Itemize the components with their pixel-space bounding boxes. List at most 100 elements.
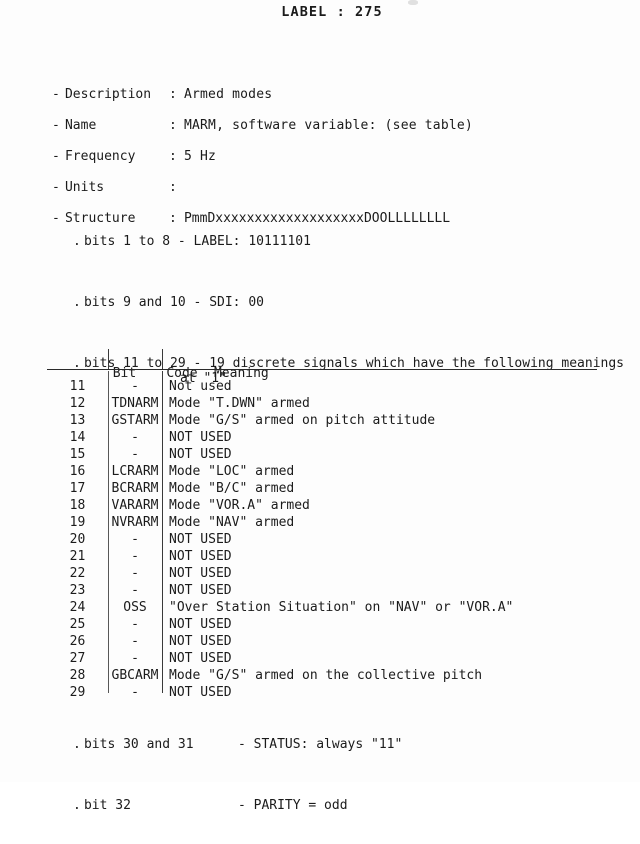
cell-bit: 20 [69,532,86,547]
table-row: 28 GBCARM Mode "G/S" armed on the collecti… [47,667,597,684]
cell-bit: 13 [69,413,86,428]
cell-meaning: Mode "B/C" armed [169,481,295,496]
cell-code: - [131,430,139,445]
field-bullet: - [51,149,60,164]
table-column-divider [162,371,163,693]
cell-meaning: NOT USED [169,532,232,547]
status-line: . bits 30 and 31 - STATUS: always "11" [26,722,640,767]
cell-bit: 19 [69,515,86,530]
field-value: 5 Hz [183,149,217,164]
cell-code: TDNARM [111,396,159,411]
cell-meaning: Mode "T.DWN" armed [169,396,310,411]
cell-bit: 21 [69,549,86,564]
field-value: Armed modes [183,87,273,102]
cell-meaning: NOT USED [169,447,232,462]
list-bullet: . [72,295,81,310]
field-value: MARM, software variable: (see table) [183,118,473,133]
list-bullet: . [72,737,81,752]
cell-code: VARARM [111,498,159,513]
table-row: 16 LCRARM Mode "LOC" armed [47,463,597,480]
field-label: Units [64,180,105,195]
table-row: 23 - NOT USED [47,582,597,599]
cell-bit: 16 [69,464,86,479]
cell-code: GBCARM [111,668,159,683]
cell-code: OSS [123,600,147,615]
table-row: 19 NVRARM Mode "NAV" armed [47,514,597,531]
table-header-row: Bit Code Meaning [47,348,597,381]
cell-code: - [131,651,139,666]
cell-code: - [131,379,139,394]
bit-breakdown-label: . bits 1 to 8 - LABEL: 10111101 [26,219,640,264]
cell-code: NVRARM [111,515,159,530]
cell-meaning: NOT USED [169,583,232,598]
field-colon: : [168,180,177,195]
cell-meaning: Mode "NAV" armed [169,515,295,530]
cell-bit: 29 [69,685,86,700]
table-row: 20 - NOT USED [47,531,597,548]
cell-meaning: NOT USED [169,430,232,445]
cell-code: - [131,532,139,547]
cell-bit: 26 [69,634,86,649]
cell-bit: 28 [69,668,86,683]
table-row: 17 BCRARM Mode "B/C" armed [47,480,597,497]
cell-code: - [131,617,139,632]
field-bullet: - [51,118,60,133]
bit-breakdown-text: bits 9 and 10 - SDI: 00 [83,295,264,310]
cell-meaning: Mode "LOC" armed [169,464,295,479]
list-bullet: . [72,798,81,813]
cell-bit: 12 [69,396,86,411]
cell-code: BCRARM [111,481,159,496]
table-row: 13 GSTARM Mode "G/S" armed on pitch attitu… [47,412,597,429]
cell-bit: 14 [69,430,86,445]
status-line-label: bits 30 and 31 [83,737,194,752]
cell-meaning: Not used [169,379,232,394]
status-parity-list: . bits 30 and 31- STATUS: always "11" . bi… [26,722,640,844]
table-row: 21 - NOT USED [47,548,597,565]
cell-bit: 17 [69,481,86,496]
field-label: Name [64,118,97,133]
cell-meaning: NOT USED [169,634,232,649]
cell-meaning: Mode "G/S" armed on pitch attitude [169,413,436,428]
cell-code: - [131,685,139,700]
cell-code: - [131,566,139,581]
table-row: 26 - NOT USED [47,633,597,650]
cell-bit: 15 [69,447,86,462]
cell-meaning: Mode "VOR.A" armed [169,498,310,513]
table-row: 12 TDNARM Mode "T.DWN" armed [47,395,597,412]
field-bullet: - [51,87,60,102]
cell-code: - [131,447,139,462]
cell-code: GSTARM [111,413,159,428]
cell-meaning: NOT USED [169,566,232,581]
table-row: 14 - NOT USED [47,429,597,446]
field-bullet: - [51,180,60,195]
table-column-divider [162,349,163,369]
cell-bit: 23 [69,583,86,598]
field-label: Frequency [64,149,136,164]
cell-meaning: NOT USED [169,549,232,564]
table-row: 29 - NOT USED [47,684,597,701]
cell-bit: 24 [69,600,86,615]
cell-bit: 22 [69,566,86,581]
table-row: 11 - Not used [47,378,597,395]
parity-line-label: bit 32 [83,798,131,813]
cell-code: - [131,634,139,649]
table-row: 22 - NOT USED [47,565,597,582]
cell-bit: 25 [69,617,86,632]
cell-bit: 11 [69,379,86,394]
cell-bit: 18 [69,498,86,513]
table-row: 15 - NOT USED [47,446,597,463]
field-colon: : [168,87,177,102]
table-row: 24 OSS "Over Station Situation" on "NAV" o… [47,599,597,616]
field-label: Description [64,87,152,102]
table-column-divider [108,371,109,693]
cell-meaning: Mode "G/S" armed on the collective pitch [169,668,483,683]
status-line-text: - STATUS: always "11" [237,737,403,752]
table-row: 25 - NOT USED [47,616,597,633]
discrete-bit-table: Bit Code Meaning 11 - Not used 12 TDNARM Mode … [47,348,597,701]
table-column-divider [108,349,109,369]
cell-code: LCRARM [111,464,159,479]
parity-line: . bit 32 - PARITY = odd [26,783,640,828]
field-list: - Description: Armed modes - Name: MARM, sof… [5,48,635,226]
cell-meaning: NOT USED [169,651,232,666]
cell-code: - [131,583,139,598]
